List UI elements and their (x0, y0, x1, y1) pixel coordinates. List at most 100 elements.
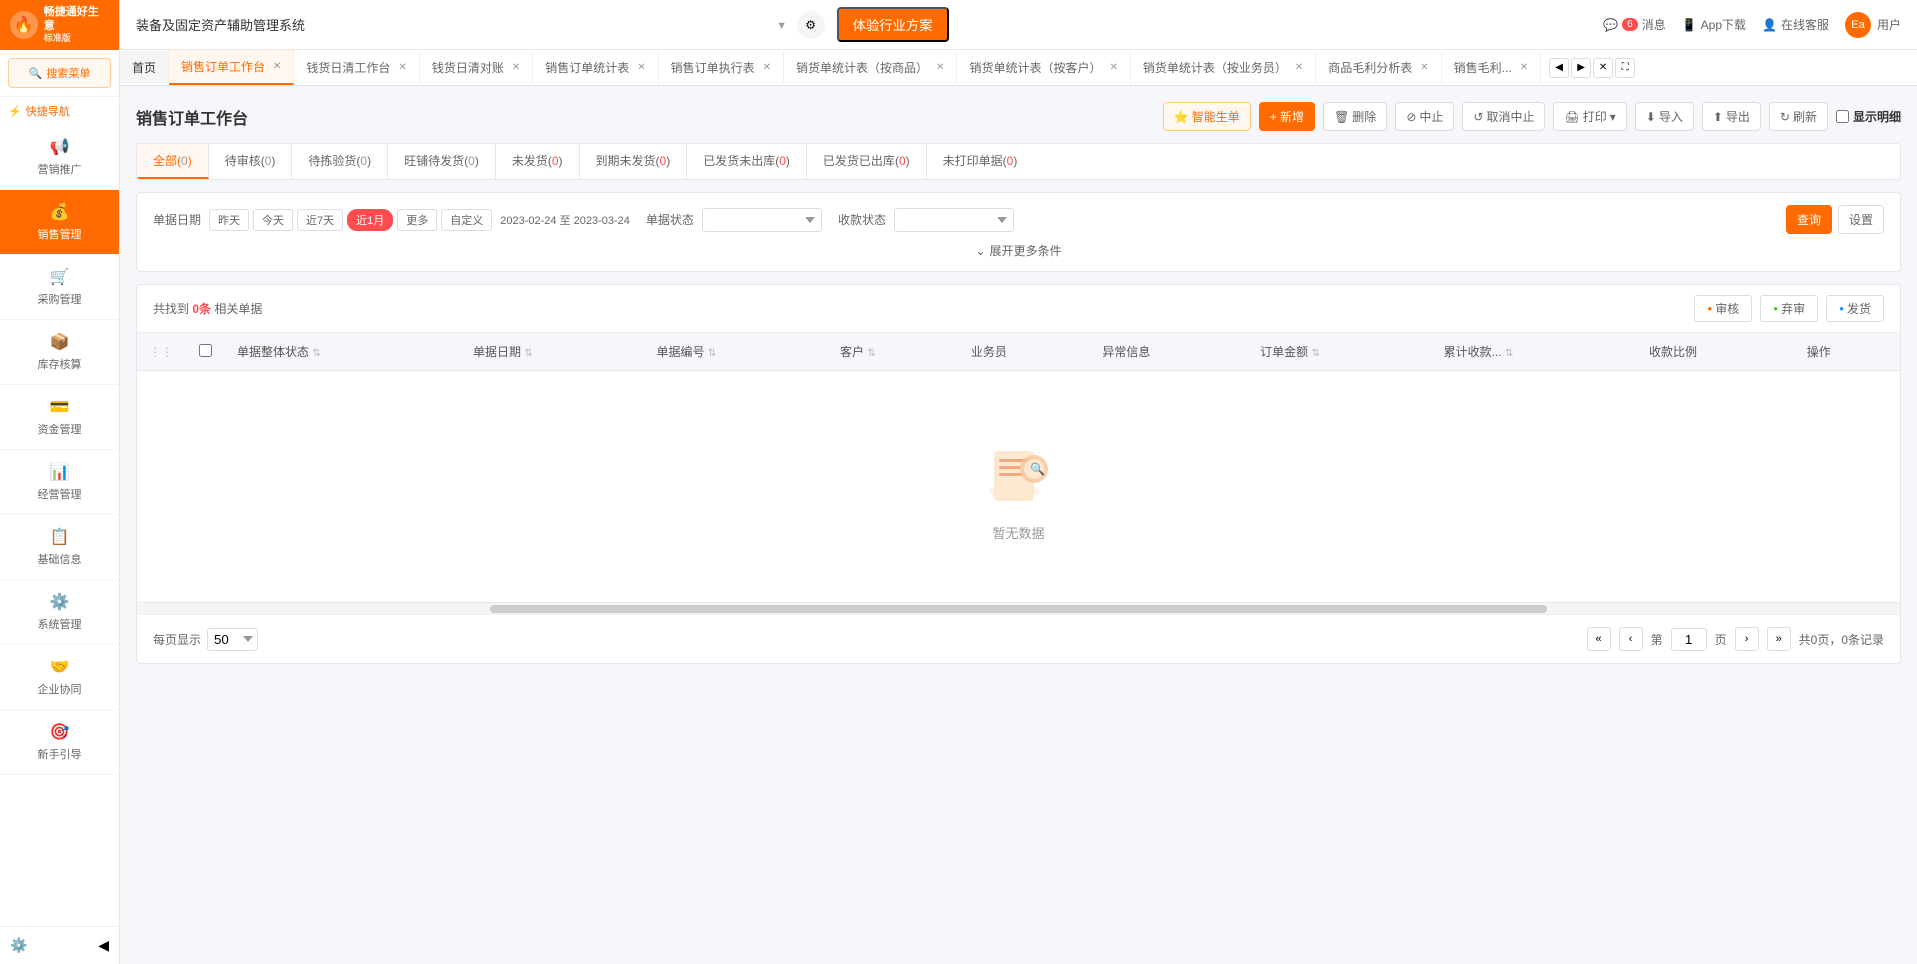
sidebar-item-cooperation[interactable]: 🤝 企业协同 (0, 645, 119, 710)
tab-close-sales-margin[interactable]: ✕ (1520, 62, 1528, 73)
last-page-btn[interactable]: » (1767, 627, 1791, 651)
app-download-btn[interactable]: 📱 App下载 (1682, 16, 1746, 33)
date-btn-today[interactable]: 今天 (253, 209, 293, 231)
tab-close-gross-profit[interactable]: ✕ (1420, 62, 1428, 73)
page-input[interactable] (1671, 628, 1707, 651)
export-button[interactable]: ⬆ 导出 (1702, 102, 1761, 131)
message-btn[interactable]: 💬 6 消息 (1603, 16, 1666, 33)
solution-button[interactable]: 体验行业方案 (837, 7, 949, 42)
tab-close-all-btn[interactable]: ✕ (1593, 58, 1613, 78)
tab-close-cash-reconcile[interactable]: ✕ (512, 62, 520, 73)
tab-sales-product[interactable]: 销货单统计表（按商品） ✕ (784, 51, 957, 84)
tab-close-cash-daily[interactable]: ✕ (398, 62, 406, 73)
per-page-select[interactable]: 50 20 100 (207, 628, 258, 651)
tab-close-sales-staff[interactable]: ✕ (1295, 62, 1303, 73)
tab-sales-exec[interactable]: 销售订单执行表 ✕ (659, 51, 784, 84)
sub-tab-pending-audit[interactable]: 待审核(0) (209, 144, 293, 179)
prev-page-btn[interactable]: ‹ (1619, 627, 1643, 651)
audit-btn[interactable]: 审核 (1694, 295, 1752, 322)
smart-create-button[interactable]: ⭐ 智能生单 (1163, 102, 1251, 131)
sidebar-item-finance[interactable]: 💳 资金管理 (0, 385, 119, 450)
sidebar-item-inventory[interactable]: 📦 库存核算 (0, 320, 119, 385)
tab-maximize-btn[interactable]: ⛶ (1615, 58, 1635, 78)
query-button[interactable]: 查询 (1786, 205, 1832, 234)
sub-tab-pending-check[interactable]: 待拣验货(0) (292, 144, 388, 179)
first-page-btn[interactable]: « (1587, 627, 1611, 651)
sidebar-item-purchase[interactable]: 🛒 采购管理 (0, 255, 119, 320)
star-icon: ⭐ (1174, 110, 1189, 124)
sub-tab-not-printed[interactable]: 未打印单据(0) (927, 144, 1034, 179)
tab-cash-reconcile[interactable]: 钱货日清对账 ✕ (420, 51, 533, 84)
print-button[interactable]: 🖨 打印 ▾ (1553, 102, 1626, 131)
tab-close-sales-stats[interactable]: ✕ (637, 62, 645, 73)
date-btn-1month[interactable]: 近1月 (347, 209, 393, 231)
tab-cash-daily[interactable]: 钱货日清工作台 ✕ (294, 51, 419, 84)
tab-sales-order[interactable]: 销售订单工作台 ✕ (169, 50, 294, 85)
search-menu-button[interactable]: 🔍 搜索菜单 (8, 58, 111, 88)
settings-chevron-icon[interactable]: ▾ (779, 18, 785, 32)
inventory-icon: 📦 (50, 332, 70, 352)
collapse-icon[interactable]: ◀ (98, 937, 109, 954)
th-amount: 订单金额 ⇅ (1248, 333, 1431, 371)
tab-next-btn[interactable]: ▶ (1571, 58, 1591, 78)
settings-footer-icon[interactable]: ⚙️ (10, 937, 27, 954)
tab-sales-stats[interactable]: 销售订单统计表 ✕ (533, 51, 658, 84)
online-service-btn[interactable]: 👤 在线客服 (1762, 16, 1829, 33)
show-detail-checkbox[interactable]: 显示明细 (1836, 108, 1901, 125)
ship-btn[interactable]: 发货 (1826, 295, 1884, 322)
sidebar-item-operations[interactable]: 📊 经营管理 (0, 450, 119, 515)
sub-tab-all[interactable]: 全部(0) (137, 144, 209, 179)
tab-sales-margin[interactable]: 销售毛利... ✕ (1442, 51, 1541, 84)
tab-close-sales-product[interactable]: ✕ (936, 62, 944, 73)
top-header: 装备及固定资产辅助管理系统 ▾ ⚙ 体验行业方案 💬 6 消息 📱 App下载 … (120, 0, 1917, 50)
filter-settings-button[interactable]: 设置 (1838, 205, 1884, 234)
sub-tab-shipped-out[interactable]: 已发货已出库(0) (807, 144, 927, 179)
horizontal-scrollbar[interactable] (137, 602, 1900, 614)
sidebar-item-guide[interactable]: 🎯 新手引导 (0, 710, 119, 775)
date-btn-7days[interactable]: 近7天 (297, 209, 343, 231)
sub-tab-wangpu-ship[interactable]: 旺铺待发货(0) (388, 144, 496, 179)
cancel-stop-button[interactable]: ↺ 取消中止 (1462, 102, 1545, 131)
sidebar-item-basic-info[interactable]: 📋 基础信息 (0, 515, 119, 580)
tab-home[interactable]: 首页 (120, 51, 169, 84)
sub-tab-shipped-not-out[interactable]: 已发货未出库(0) (687, 144, 807, 179)
quick-nav[interactable]: ⚡ 快捷导航 (0, 97, 119, 125)
delete-button[interactable]: 🗑 删除 (1323, 102, 1387, 131)
record-count: 共找到 0条 相关单据 (153, 300, 262, 317)
sidebar-item-marketing[interactable]: 📢 营销推广 (0, 125, 119, 190)
tab-close-sales-exec[interactable]: ✕ (763, 62, 771, 73)
settings-button[interactable]: ⚙ (797, 11, 825, 39)
date-btn-more[interactable]: 更多 (397, 209, 437, 231)
tab-close-sales-customer[interactable]: ✕ (1109, 62, 1117, 73)
tab-sales-staff[interactable]: 销货单统计表（按业务员） ✕ (1131, 51, 1316, 84)
next-page-btn[interactable]: › (1735, 627, 1759, 651)
date-btn-yesterday[interactable]: 昨天 (209, 209, 249, 231)
user-info[interactable]: Ea 用户 (1845, 12, 1901, 38)
tab-prev-btn[interactable]: ◀ (1549, 58, 1569, 78)
import-icon: ⬇ (1646, 110, 1656, 124)
sub-tab-expired-not-shipped[interactable]: 到期未发货(0) (580, 144, 688, 179)
stop-button[interactable]: ⊘ 中止 (1395, 102, 1454, 131)
add-button[interactable]: + 新增 (1259, 102, 1315, 131)
record-count-value: 0条 (192, 302, 211, 316)
tab-sales-customer[interactable]: 销货单统计表（按客户） ✕ (957, 51, 1130, 84)
tab-close-sales-order[interactable]: ✕ (273, 61, 281, 72)
import-button[interactable]: ⬇ 导入 (1635, 102, 1694, 131)
status-select[interactable] (702, 208, 822, 232)
sub-tab-not-shipped[interactable]: 未发货(0) (496, 144, 580, 179)
sidebar-nav: 📢 营销推广 💰 销售管理 🛒 采购管理 📦 库存核算 💳 资金管理 📊 经营管… (0, 125, 119, 926)
cancel-audit-btn[interactable]: 弃审 (1760, 295, 1818, 322)
date-btn-custom[interactable]: 自定义 (441, 209, 492, 231)
show-detail-input[interactable] (1836, 110, 1849, 123)
search-icon: 🔍 (29, 67, 43, 80)
select-all-checkbox[interactable] (199, 344, 212, 357)
scroll-thumb[interactable] (490, 605, 1548, 613)
sidebar-item-system[interactable]: ⚙️ 系统管理 (0, 580, 119, 645)
empty-icon: 🔍 (979, 431, 1059, 511)
data-table: ⋮⋮ 单据整体状态 ⇅ 单据日期 ⇅ 单据编号 ⇅ 客户 ⇅ 业务员 异常信息 … (137, 333, 1900, 602)
tab-gross-profit[interactable]: 商品毛利分析表 ✕ (1316, 51, 1441, 84)
refresh-button[interactable]: ↻ 刷新 (1769, 102, 1828, 131)
sidebar-item-sales[interactable]: 💰 销售管理 (0, 190, 119, 255)
expand-more-btn[interactable]: ⌄ 展开更多条件 (153, 242, 1884, 259)
payment-select[interactable] (894, 208, 1014, 232)
